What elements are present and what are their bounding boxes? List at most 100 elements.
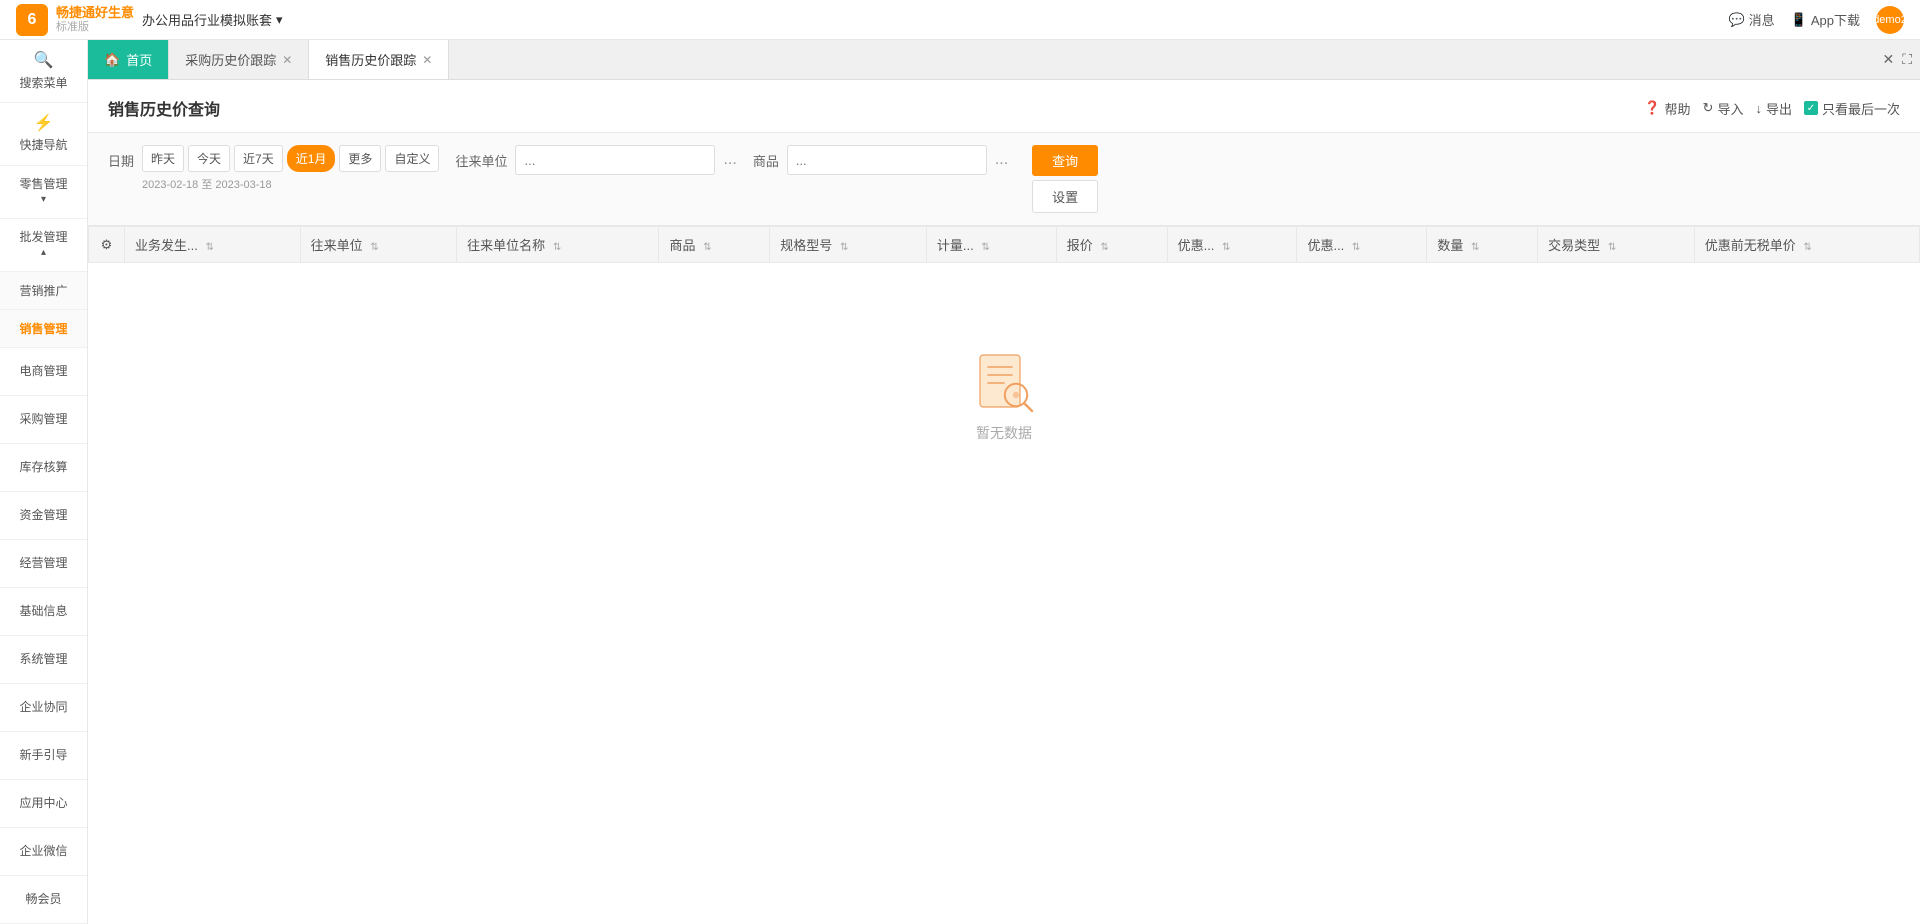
col-qty[interactable]: 数量 ⇅ <box>1427 227 1538 263</box>
sidebar-item-ecom-mgmt[interactable]: 电商管理 <box>0 348 87 396</box>
sidebar-item-marketing[interactable]: 营销推广 <box>0 272 87 310</box>
logo-icon: 6 <box>16 4 48 36</box>
sort-icon-trade-type: ⇅ <box>1608 242 1616 253</box>
sort-icon-discount1: ⇅ <box>1222 242 1230 253</box>
account-dropdown[interactable]: 办公用品行业模拟账套 ▾ <box>142 10 283 29</box>
date-options: 昨天 今天 近7天 近1月 更多 自定义 2023-02-18 至 2023-0… <box>142 145 439 192</box>
sidebar-item-purchase-mgmt[interactable]: 采购管理 <box>0 396 87 444</box>
sidebar-item-ops-mgmt[interactable]: 经营管理 <box>0 540 87 588</box>
col-settings: ⚙ <box>89 227 125 263</box>
sort-icon-quote: ⇅ <box>1100 242 1108 253</box>
sidebar-item-vip[interactable]: 畅会员 <box>0 876 87 924</box>
tab-sales-history[interactable]: 销售历史价跟踪 ✕ <box>309 40 449 79</box>
sidebar-item-retail-mgmt[interactable]: 零售管理 ▾ <box>0 166 87 219</box>
sidebar-item-wholesale-mgmt[interactable]: 批发管理 ▴ <box>0 219 87 272</box>
settings-button[interactable]: 设置 <box>1032 180 1098 213</box>
col-partner-code[interactable]: 往来单位 ⇅ <box>300 227 457 263</box>
sidebar-item-wechat[interactable]: 企业微信 <box>0 828 87 876</box>
message-button[interactable]: 💬 消息 <box>1728 10 1774 29</box>
import-icon: ↻ <box>1703 100 1714 116</box>
page-header-actions: ❓ 帮助 ↻ 导入 ↓ 导出 ✓ 只看最后一次 <box>1644 99 1900 118</box>
col-partner-name[interactable]: 往来单位名称 ⇅ <box>457 227 659 263</box>
top-bar-left: 6 畅捷通好生意 标准版 办公用品行业模拟账套 ▾ <box>16 4 283 36</box>
tab-close-sales[interactable]: ✕ <box>422 53 432 67</box>
col-trade-type[interactable]: 交易类型 ⇅ <box>1538 227 1695 263</box>
only-last-checkbox[interactable]: ✓ 只看最后一次 <box>1804 99 1900 118</box>
date-btn-last7[interactable]: 近7天 <box>234 145 283 172</box>
col-discount1[interactable]: 优惠... ⇅ <box>1167 227 1297 263</box>
table-header: ⚙ 业务发生... ⇅ 往来单位 ⇅ 往来单位名称 <box>89 227 1920 263</box>
app-subtitle: 标准版 <box>56 21 134 34</box>
partner-filter-label: 往来单位 <box>455 145 507 170</box>
app-download-button[interactable]: 📱 App下载 <box>1791 10 1860 29</box>
product-filter-label: 商品 <box>753 145 779 170</box>
tab-home[interactable]: 🏠 首页 <box>88 40 169 79</box>
col-unit[interactable]: 计量... ⇅ <box>926 227 1056 263</box>
message-icon: 💬 <box>1728 12 1744 28</box>
query-button[interactable]: 查询 <box>1032 145 1098 176</box>
sidebar-item-sales-mgmt[interactable]: 销售管理 <box>0 310 87 348</box>
sidebar-item-basic-info[interactable]: 基础信息 <box>0 588 87 636</box>
sidebar: 🔍 搜索菜单 ⚡ 快捷导航 零售管理 ▾ 批发管理 ▴ 营销推广 销售管理 电商… <box>0 40 88 924</box>
date-filter-group: 日期 昨天 今天 近7天 近1月 更多 自定义 2023-02-18 至 202… <box>108 145 439 192</box>
filter-actions: 查询 设置 <box>1032 145 1098 213</box>
sort-icon-discount2: ⇅ <box>1352 242 1360 253</box>
help-button[interactable]: ❓ 帮助 <box>1644 99 1690 118</box>
search-icon: 🔍 <box>34 50 54 72</box>
maximize-action[interactable]: ⛶ <box>1902 51 1912 68</box>
date-btn-more[interactable]: 更多 <box>339 145 381 172</box>
download-icon: 📱 <box>1791 12 1807 28</box>
page-header: 销售历史价查询 ❓ 帮助 ↻ 导入 ↓ 导出 ✓ <box>88 80 1920 133</box>
user-menu[interactable]: demo2 <box>1876 6 1904 34</box>
sidebar-item-finance-mgmt[interactable]: 资金管理 <box>0 492 87 540</box>
date-btn-last1m[interactable]: 近1月 <box>287 145 336 172</box>
product-input[interactable] <box>787 145 987 175</box>
empty-text: 暂无数据 <box>976 423 1032 443</box>
top-bar-right: 💬 消息 📱 App下载 demo2 <box>1728 6 1904 34</box>
empty-state-icon <box>964 343 1044 423</box>
wholesale-sub-items: 营销推广 销售管理 <box>0 272 87 348</box>
col-pretax-price[interactable]: 优惠前无税单价 ⇅ <box>1694 227 1919 263</box>
settings-gear-icon[interactable]: ⚙ <box>101 237 113 252</box>
col-biz-date[interactable]: 业务发生... ⇅ <box>125 227 301 263</box>
sidebar-item-newbie[interactable]: 新手引导 <box>0 732 87 780</box>
home-icon: 🏠 <box>104 52 120 68</box>
tab-bar-actions: ✕ ⛶ <box>1874 51 1920 68</box>
nav-icon: ⚡ <box>34 113 54 135</box>
tab-bar: 🏠 首页 采购历史价跟踪 ✕ 销售历史价跟踪 ✕ ✕ ⛶ <box>88 40 1920 80</box>
product-more-icon[interactable]: ... <box>995 151 1008 169</box>
import-button[interactable]: ↻ 导入 <box>1703 99 1744 118</box>
app-name: 畅捷通好生意 <box>56 5 134 21</box>
date-btn-yesterday[interactable]: 昨天 <box>142 145 184 172</box>
sort-icon-qty: ⇅ <box>1471 242 1479 253</box>
partner-input[interactable] <box>515 145 715 175</box>
sort-icon-product: ⇅ <box>703 242 711 253</box>
tab-purchase-history[interactable]: 采购历史价跟踪 ✕ <box>169 40 309 79</box>
sidebar-item-quick-nav[interactable]: ⚡ 快捷导航 <box>0 103 87 166</box>
col-product[interactable]: 商品 ⇅ <box>659 227 770 263</box>
col-discount2[interactable]: 优惠... ⇅ <box>1297 227 1427 263</box>
tab-close-purchase[interactable]: ✕ <box>282 53 292 67</box>
product-filter-group: 商品 ... <box>753 145 1008 175</box>
partner-more-icon[interactable]: ... <box>723 151 736 169</box>
close-tab-action[interactable]: ✕ <box>1882 51 1894 68</box>
data-table: ⚙ 业务发生... ⇅ 往来单位 ⇅ 往来单位名称 <box>88 226 1920 263</box>
page-title: 销售历史价查询 <box>108 96 220 120</box>
sidebar-item-enterprise[interactable]: 企业协同 <box>0 684 87 732</box>
sidebar-item-search-menu[interactable]: 🔍 搜索菜单 <box>0 40 87 103</box>
sort-icon-unit: ⇅ <box>981 242 989 253</box>
chevron-down-icon: ▾ <box>276 12 283 28</box>
col-quote[interactable]: 报价 ⇅ <box>1056 227 1167 263</box>
empty-state: 暂无数据 <box>88 263 1920 523</box>
export-icon: ↓ <box>1755 101 1762 116</box>
date-btn-today[interactable]: 今天 <box>188 145 230 172</box>
sidebar-item-sys-mgmt[interactable]: 系统管理 <box>0 636 87 684</box>
sidebar-item-app-center[interactable]: 应用中心 <box>0 780 87 828</box>
date-btn-custom[interactable]: 自定义 <box>385 145 439 172</box>
sidebar-item-inventory[interactable]: 库存核算 <box>0 444 87 492</box>
checkbox-checked-icon: ✓ <box>1804 101 1818 115</box>
col-spec[interactable]: 规格型号 ⇅ <box>770 227 927 263</box>
export-button[interactable]: ↓ 导出 <box>1755 99 1792 118</box>
help-icon: ❓ <box>1644 100 1660 116</box>
date-filter-label: 日期 <box>108 145 134 170</box>
